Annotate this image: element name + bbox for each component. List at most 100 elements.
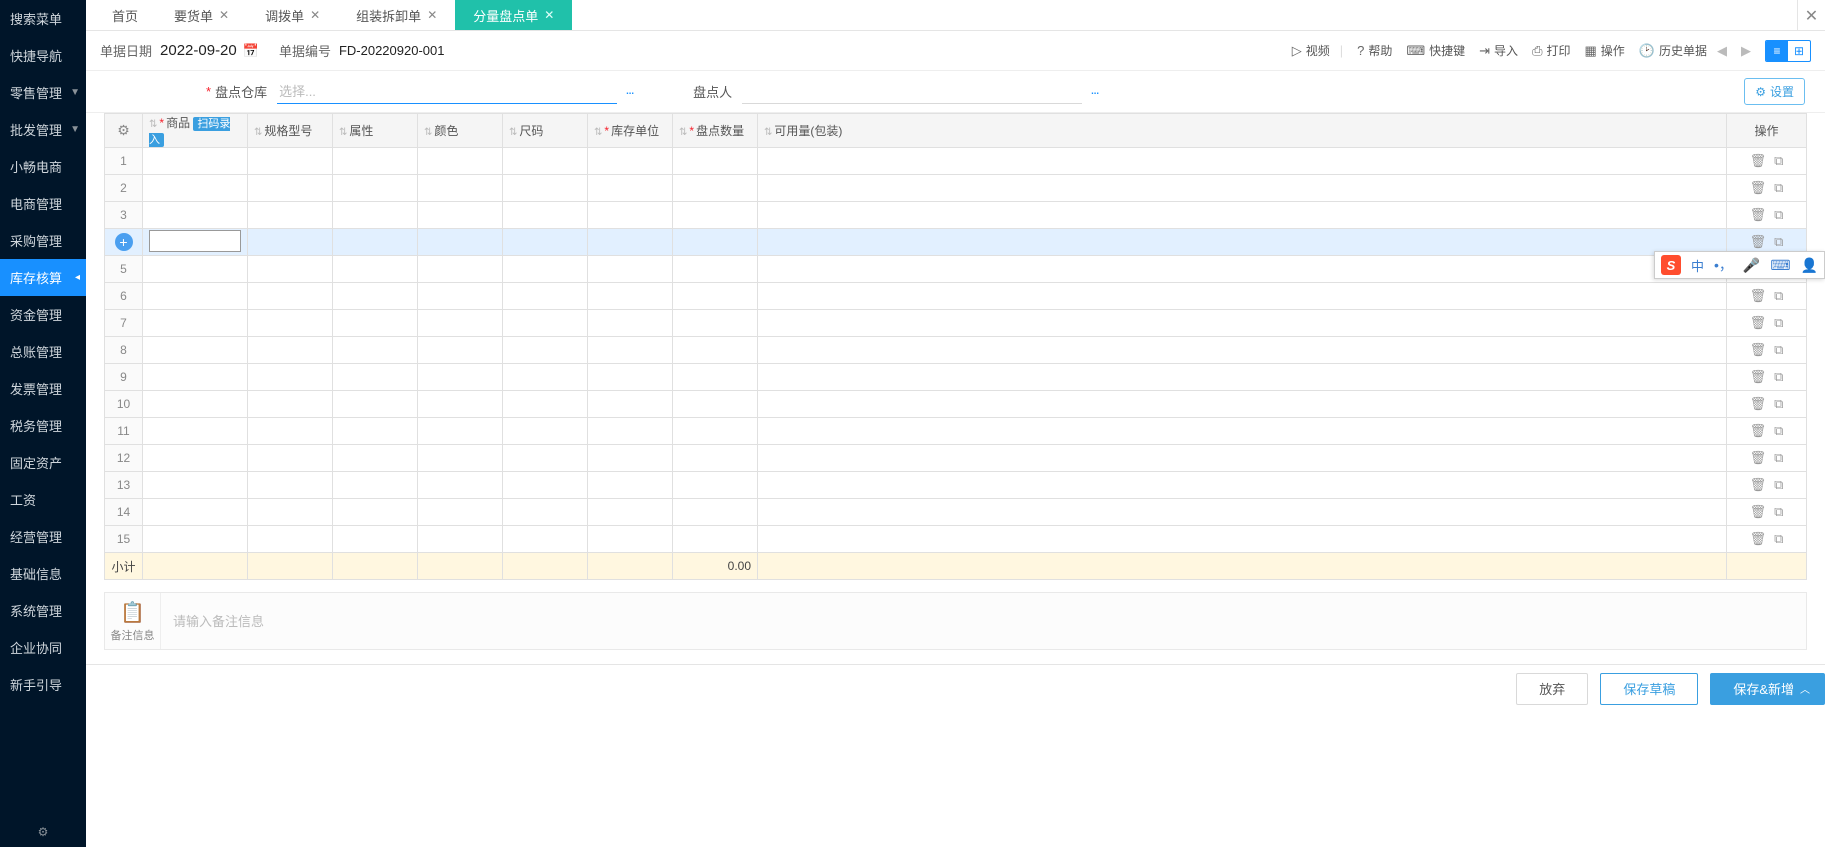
- cell-product[interactable]: [143, 472, 248, 499]
- cell-avail[interactable]: [758, 283, 1727, 310]
- cell-op[interactable]: 🗑⧉: [1727, 202, 1807, 229]
- delete-row-icon[interactable]: 🗑: [1750, 207, 1767, 222]
- prev-doc[interactable]: ◀: [1713, 42, 1731, 60]
- cell-qty[interactable]: [673, 526, 758, 553]
- ime-punct-icon[interactable]: •，: [1714, 255, 1733, 275]
- cell-product[interactable]: [143, 256, 248, 283]
- cell-gear[interactable]: 14: [105, 499, 143, 526]
- print-action[interactable]: ⎙打印: [1532, 42, 1570, 59]
- cell-color[interactable]: [418, 364, 503, 391]
- tab[interactable]: 调拨单✕: [247, 0, 338, 30]
- sort-icon[interactable]: ⇅: [339, 127, 347, 138]
- sidebar-item[interactable]: 库存核算◂: [0, 259, 86, 296]
- table-row[interactable]: 7🗑⧉: [105, 310, 1807, 337]
- cell-gear[interactable]: 8: [105, 337, 143, 364]
- table-row[interactable]: 14 🗑 ⧉: [105, 499, 1807, 526]
- col-unit[interactable]: ⇅*库存单位: [588, 114, 673, 148]
- table-row[interactable]: 5🗑⧉: [105, 256, 1807, 283]
- cell-avail[interactable]: [758, 229, 1727, 256]
- sidebar-item[interactable]: 搜索菜单: [0, 0, 86, 37]
- discard-button[interactable]: 放弃: [1516, 673, 1588, 705]
- cell-spec[interactable]: [248, 229, 333, 256]
- col-op[interactable]: 操作: [1727, 114, 1807, 148]
- cell-spec[interactable]: [248, 472, 333, 499]
- cell-gear[interactable]: 7: [105, 310, 143, 337]
- sort-icon[interactable]: ⇅: [594, 127, 602, 138]
- cell-color[interactable]: [418, 256, 503, 283]
- table-row[interactable]: 1🗑⧉: [105, 148, 1807, 175]
- table-row[interactable]: 2 🗑⧉: [105, 175, 1807, 202]
- help-action[interactable]: ?帮助: [1357, 42, 1392, 59]
- cell-attr[interactable]: [333, 337, 418, 364]
- view-card[interactable]: ⊞: [1788, 41, 1810, 61]
- ime-user-icon[interactable]: 👤: [1801, 257, 1818, 274]
- sidebar-item[interactable]: 零售管理▼: [0, 74, 86, 111]
- table-row[interactable]: 13🗑⧉: [105, 472, 1807, 499]
- sidebar-item[interactable]: 资金管理: [0, 296, 86, 333]
- cell-qty[interactable]: [673, 364, 758, 391]
- table-row[interactable]: 3🗑⧉: [105, 202, 1807, 229]
- cell-color[interactable]: [418, 229, 503, 256]
- next-doc[interactable]: ▶: [1737, 42, 1755, 60]
- cell-spec[interactable]: [248, 499, 333, 526]
- ime-keyboard-icon[interactable]: ⌨: [1770, 257, 1790, 274]
- cell-op[interactable]: 🗑⧉: [1727, 175, 1807, 202]
- cell-gear[interactable]: +: [105, 229, 143, 256]
- close-icon[interactable]: ✕: [544, 8, 554, 22]
- cell-avail[interactable]: [758, 499, 1727, 526]
- cell-op[interactable]: 🗑⧉: [1727, 472, 1807, 499]
- cell-attr[interactable]: [333, 391, 418, 418]
- cell-color[interactable]: [418, 391, 503, 418]
- col-size[interactable]: ⇅尺码: [503, 114, 588, 148]
- cell-attr[interactable]: [333, 418, 418, 445]
- copy-row-icon[interactable]: ⧉: [1774, 153, 1783, 168]
- cell-attr[interactable]: [333, 364, 418, 391]
- cell-attr[interactable]: [333, 526, 418, 553]
- cell-unit[interactable]: [588, 148, 673, 175]
- import-action[interactable]: ⇥导入: [1479, 42, 1518, 59]
- cell-avail[interactable]: [758, 148, 1727, 175]
- cell-size[interactable]: [503, 256, 588, 283]
- cell-avail[interactable]: [758, 526, 1727, 553]
- cell-attr[interactable]: [333, 256, 418, 283]
- close-all-tabs[interactable]: ✕: [1797, 0, 1825, 31]
- cell-unit[interactable]: [588, 364, 673, 391]
- cell-unit[interactable]: [588, 175, 673, 202]
- cell-gear[interactable]: 2: [105, 175, 143, 202]
- date-value[interactable]: 2022-09-20: [160, 42, 237, 59]
- cell-size[interactable]: [503, 175, 588, 202]
- copy-row-icon[interactable]: ⧉: [1774, 504, 1783, 519]
- cell-product[interactable]: [143, 337, 248, 364]
- cell-product[interactable]: [143, 499, 248, 526]
- cell-spec[interactable]: [248, 391, 333, 418]
- cell-spec[interactable]: [248, 256, 333, 283]
- sidebar-item[interactable]: 批发管理▼: [0, 111, 86, 148]
- cell-color[interactable]: [418, 445, 503, 472]
- cell-op[interactable]: 🗑⧉: [1727, 148, 1807, 175]
- sidebar-item[interactable]: 采购管理: [0, 222, 86, 259]
- sort-icon[interactable]: ⇅: [764, 127, 772, 138]
- cell-avail[interactable]: [758, 310, 1727, 337]
- copy-row-icon[interactable]: ⧉: [1774, 207, 1783, 222]
- cell-spec[interactable]: [248, 418, 333, 445]
- cell-op[interactable]: 🗑⧉: [1727, 364, 1807, 391]
- cell-color[interactable]: [418, 175, 503, 202]
- cell-size[interactable]: [503, 445, 588, 472]
- sidebar-item[interactable]: 固定资产: [0, 444, 86, 481]
- delete-row-icon[interactable]: 🗑: [1750, 504, 1767, 519]
- delete-row-icon[interactable]: 🗑: [1750, 477, 1767, 492]
- cell-size[interactable]: [503, 391, 588, 418]
- delete-row-icon[interactable]: 🗑: [1750, 315, 1767, 330]
- col-gear[interactable]: ⚙: [105, 114, 143, 148]
- cell-qty[interactable]: [673, 445, 758, 472]
- delete-row-icon[interactable]: 🗑: [1750, 180, 1767, 195]
- delete-row-icon[interactable]: 🗑: [1750, 153, 1767, 168]
- tab[interactable]: 分量盘点单✕: [455, 0, 572, 30]
- cell-product[interactable]: [143, 283, 248, 310]
- table-row[interactable]: +🗑⧉: [105, 229, 1807, 256]
- cell-product[interactable]: [143, 418, 248, 445]
- delete-row-icon[interactable]: 🗑: [1750, 450, 1767, 465]
- cell-attr[interactable]: [333, 202, 418, 229]
- cell-attr[interactable]: [333, 472, 418, 499]
- cell-color[interactable]: [418, 283, 503, 310]
